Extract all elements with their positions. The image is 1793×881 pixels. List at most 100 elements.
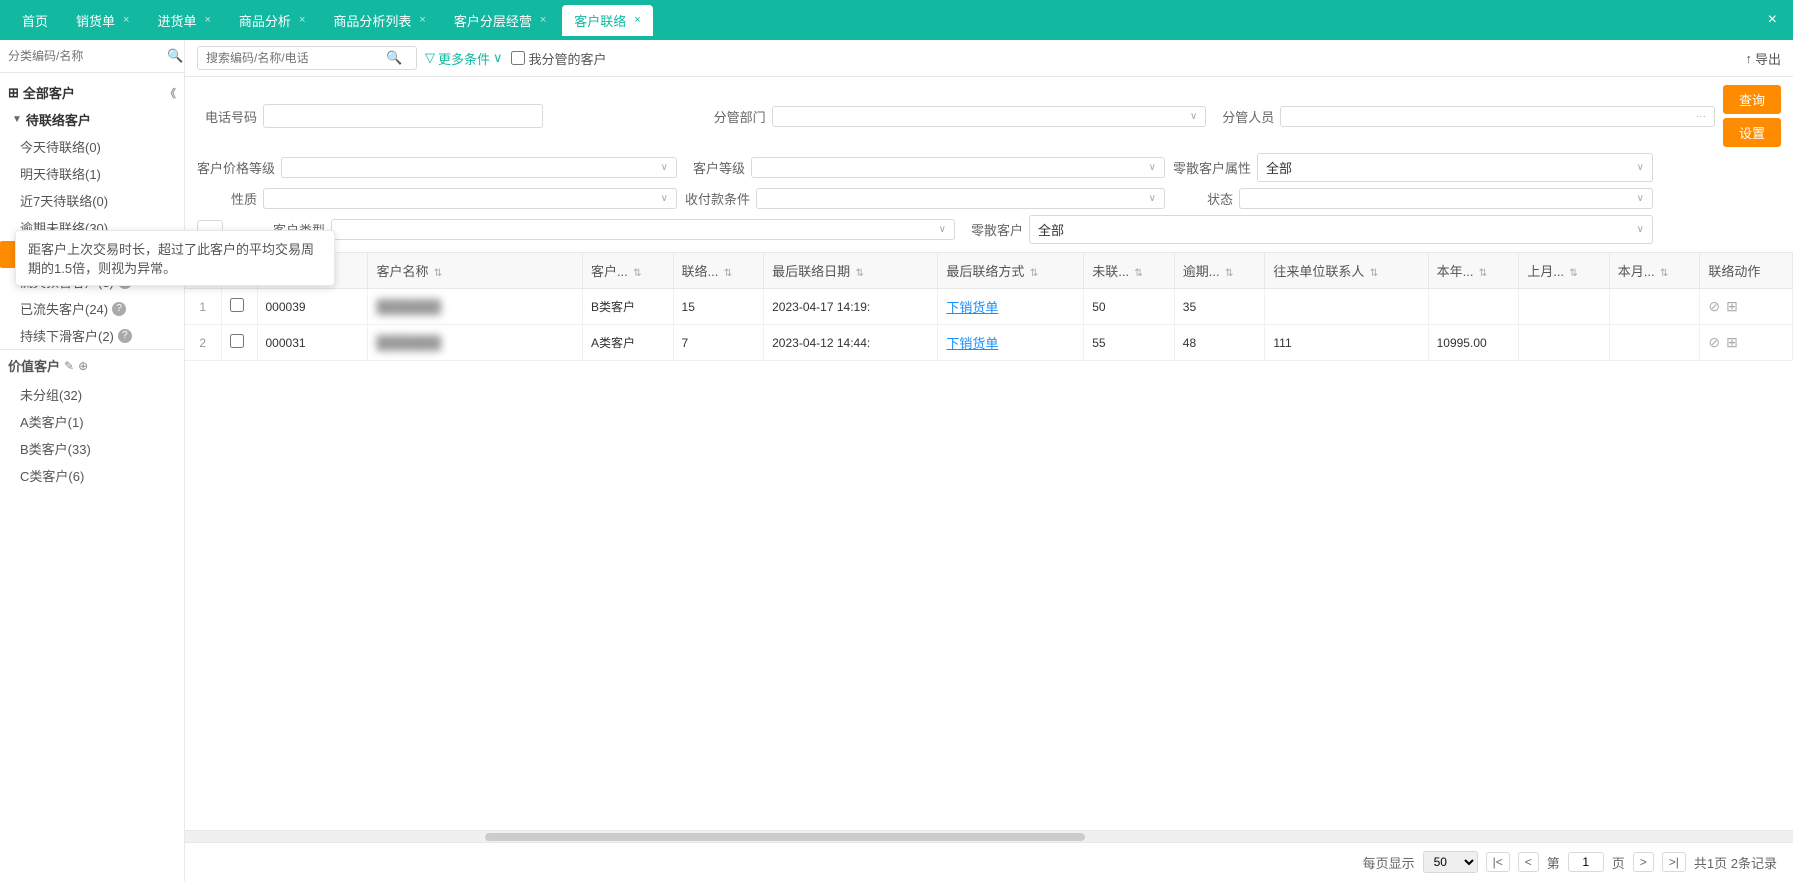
value-customer-edit-icon[interactable]: ✎ xyxy=(64,359,74,373)
retail-attr-select[interactable]: 全部 ∨ xyxy=(1257,153,1653,182)
sidebar-declining[interactable]: 持续下滑客户(2) ? xyxy=(0,322,184,349)
search-icon[interactable]: 🔍 xyxy=(386,50,402,66)
nav-product-analysis-list[interactable]: 商品分析列表 × xyxy=(321,5,437,36)
sidebar-all-customers[interactable]: ⊞ 全部客户 《 xyxy=(0,79,184,106)
dept-select[interactable]: ∨ xyxy=(772,106,1207,127)
year-sort-icon[interactable]: ⇅ xyxy=(1479,268,1487,279)
sidebar-content: ⊞ 全部客户 《 ▼ 待联络客户 今天待联络(0) 明天待联络(1) 近7天待联… xyxy=(0,73,184,881)
filter-row-1: 电话号码 分管部门 ∨ 分管人员 ··· xyxy=(197,85,1781,147)
sidebar-7day-pending[interactable]: 近7天待联络(0) xyxy=(0,187,184,214)
col-contacts: 往来单位联系人 ⇅ xyxy=(1265,253,1428,289)
customer-type-select[interactable]: ∨ xyxy=(331,219,955,240)
sidebar-lost[interactable]: 已流失客户(24) ? xyxy=(0,295,184,322)
class-sort-icon[interactable]: ⇅ xyxy=(633,268,641,279)
my-customers-checkbox[interactable] xyxy=(511,51,525,65)
page-number-input[interactable] xyxy=(1568,852,1604,872)
nav-home[interactable]: 首页 xyxy=(10,5,60,36)
nav-customer-contact[interactable]: 客户联络 × xyxy=(562,5,652,36)
row-1-this-year xyxy=(1428,289,1519,325)
export-button[interactable]: ↑ 导出 xyxy=(1745,49,1781,68)
contacts-sort-icon[interactable]: ⇅ xyxy=(1370,268,1378,279)
query-button[interactable]: 查询 xyxy=(1723,85,1781,114)
payment-select[interactable]: ∨ xyxy=(756,188,1165,209)
nav-customer-contact-close[interactable]: × xyxy=(634,14,640,26)
row-2-last-date: 2023-04-12 14:44: xyxy=(764,325,938,361)
table-header-row: ⚙ 客户编码 ⇅ 客户名称 ⇅ xyxy=(185,253,1793,289)
prev-page-btn[interactable]: < xyxy=(1518,852,1539,872)
row-1-grid-icon[interactable]: ⊞ xyxy=(1726,298,1738,315)
phone-label: 电话号码 xyxy=(197,107,257,126)
row-1-last-month xyxy=(1519,289,1610,325)
first-page-btn[interactable]: |< xyxy=(1486,852,1510,872)
method-sort-icon[interactable]: ⇅ xyxy=(1030,268,1038,279)
sidebar-class-b[interactable]: B类客户(33) xyxy=(0,435,184,462)
sidebar-tomorrow-pending[interactable]: 明天待联络(1) xyxy=(0,160,184,187)
col-customer-class: 客户... ⇅ xyxy=(582,253,673,289)
row-1-checkbox[interactable] xyxy=(230,298,244,312)
sidebar-search-area: 🔍 xyxy=(0,40,184,73)
customer-table: ⚙ 客户编码 ⇅ 客户名称 ⇅ xyxy=(185,253,1793,361)
filter-dept: 分管部门 ∨ xyxy=(706,106,1207,127)
contact-sort-icon[interactable]: ⇅ xyxy=(724,268,732,279)
status-select[interactable]: ∨ xyxy=(1239,188,1653,209)
nav-sales[interactable]: 销货单 × xyxy=(64,5,141,36)
horizontal-scrollbar[interactable] xyxy=(185,830,1793,842)
nav-product-analysis-close[interactable]: × xyxy=(299,14,305,26)
sidebar-search-icon[interactable]: 🔍 xyxy=(167,48,183,64)
sidebar-unclassified[interactable]: 未分组(32) xyxy=(0,381,184,408)
row-2-checkbox[interactable] xyxy=(230,334,244,348)
row-2-num: 2 xyxy=(185,325,221,361)
app-close-button[interactable]: × xyxy=(1762,9,1783,31)
sidebar-class-c[interactable]: C类客户(6) xyxy=(0,462,184,489)
row-2-link-icon[interactable]: ⊘ xyxy=(1708,334,1720,351)
sidebar-pending-contact-group[interactable]: ▼ 待联络客户 xyxy=(0,106,184,133)
name-sort-icon[interactable]: ⇅ xyxy=(434,268,442,279)
next-page-btn[interactable]: > xyxy=(1633,852,1654,872)
sidebar-today-pending[interactable]: 今天待联络(0) xyxy=(0,133,184,160)
declining-help-icon[interactable]: ? xyxy=(118,329,132,343)
row-2-grid-icon[interactable]: ⊞ xyxy=(1726,334,1738,351)
this-month-sort-icon[interactable]: ⇅ xyxy=(1660,268,1668,279)
status-label: 状态 xyxy=(1173,189,1233,208)
price-level-label: 客户价格等级 xyxy=(197,158,275,177)
sidebar-collapse-icon[interactable]: 《 xyxy=(165,85,176,101)
row-1-contact-count: 15 xyxy=(673,289,764,325)
date-sort-icon[interactable]: ⇅ xyxy=(855,268,863,279)
phone-input[interactable] xyxy=(263,104,543,128)
col-unlisted: 未联... ⇅ xyxy=(1084,253,1175,289)
filter-customer-level: 客户等级 ∨ xyxy=(685,157,1165,178)
customer-level-arrow: ∨ xyxy=(1149,162,1156,173)
nav-purchase-close[interactable]: × xyxy=(204,14,210,26)
nav-product-analysis[interactable]: 商品分析 × xyxy=(227,5,317,36)
overdue-sort-icon[interactable]: ⇅ xyxy=(1225,268,1233,279)
search-input[interactable] xyxy=(206,51,386,65)
nav-product-list-close[interactable]: × xyxy=(419,14,425,26)
scroll-thumb[interactable] xyxy=(485,833,1085,841)
row-2-this-year: 10995.00 xyxy=(1428,325,1519,361)
lost-help-icon[interactable]: ? xyxy=(112,302,126,316)
filter-settings-button[interactable]: 设置 xyxy=(1723,118,1781,147)
nav-customer-tier[interactable]: 客户分层经营 × xyxy=(442,5,558,36)
customer-level-select[interactable]: ∨ xyxy=(751,157,1165,178)
gender-select[interactable]: ∨ xyxy=(263,188,677,209)
value-customer-settings-icon[interactable]: ⊕ xyxy=(78,359,88,373)
filter-payment: 收付款条件 ∨ xyxy=(685,188,1165,209)
more-conditions-btn[interactable]: ▽ 更多条件 ∨ xyxy=(425,49,503,68)
last-page-btn[interactable]: >| xyxy=(1662,852,1686,872)
per-page-select[interactable]: 50 100 200 xyxy=(1423,851,1478,873)
sidebar-search-input[interactable] xyxy=(8,49,163,63)
price-level-select[interactable]: ∨ xyxy=(281,157,677,178)
sidebar-class-a[interactable]: A类客户(1) xyxy=(0,408,184,435)
row-1-link-icon[interactable]: ⊘ xyxy=(1708,298,1720,315)
col-last-contact-date: 最后联络日期 ⇅ xyxy=(764,253,938,289)
nav-sales-close[interactable]: × xyxy=(123,14,129,26)
unlisted-sort-icon[interactable]: ⇅ xyxy=(1134,268,1142,279)
nav-purchase[interactable]: 进货单 × xyxy=(145,5,222,36)
last-month-sort-icon[interactable]: ⇅ xyxy=(1569,268,1577,279)
top-nav: 首页 销货单 × 进货单 × 商品分析 × 商品分析列表 × 客户分层经营 × … xyxy=(0,0,1793,40)
nav-customer-tier-close[interactable]: × xyxy=(540,14,546,26)
retail-customer-select[interactable]: 全部 ∨ xyxy=(1029,215,1653,244)
row-2-code: 000031 xyxy=(257,325,368,361)
row-2-last-method: 下销货单 xyxy=(938,325,1084,361)
manager-select[interactable]: ··· xyxy=(1280,106,1715,127)
